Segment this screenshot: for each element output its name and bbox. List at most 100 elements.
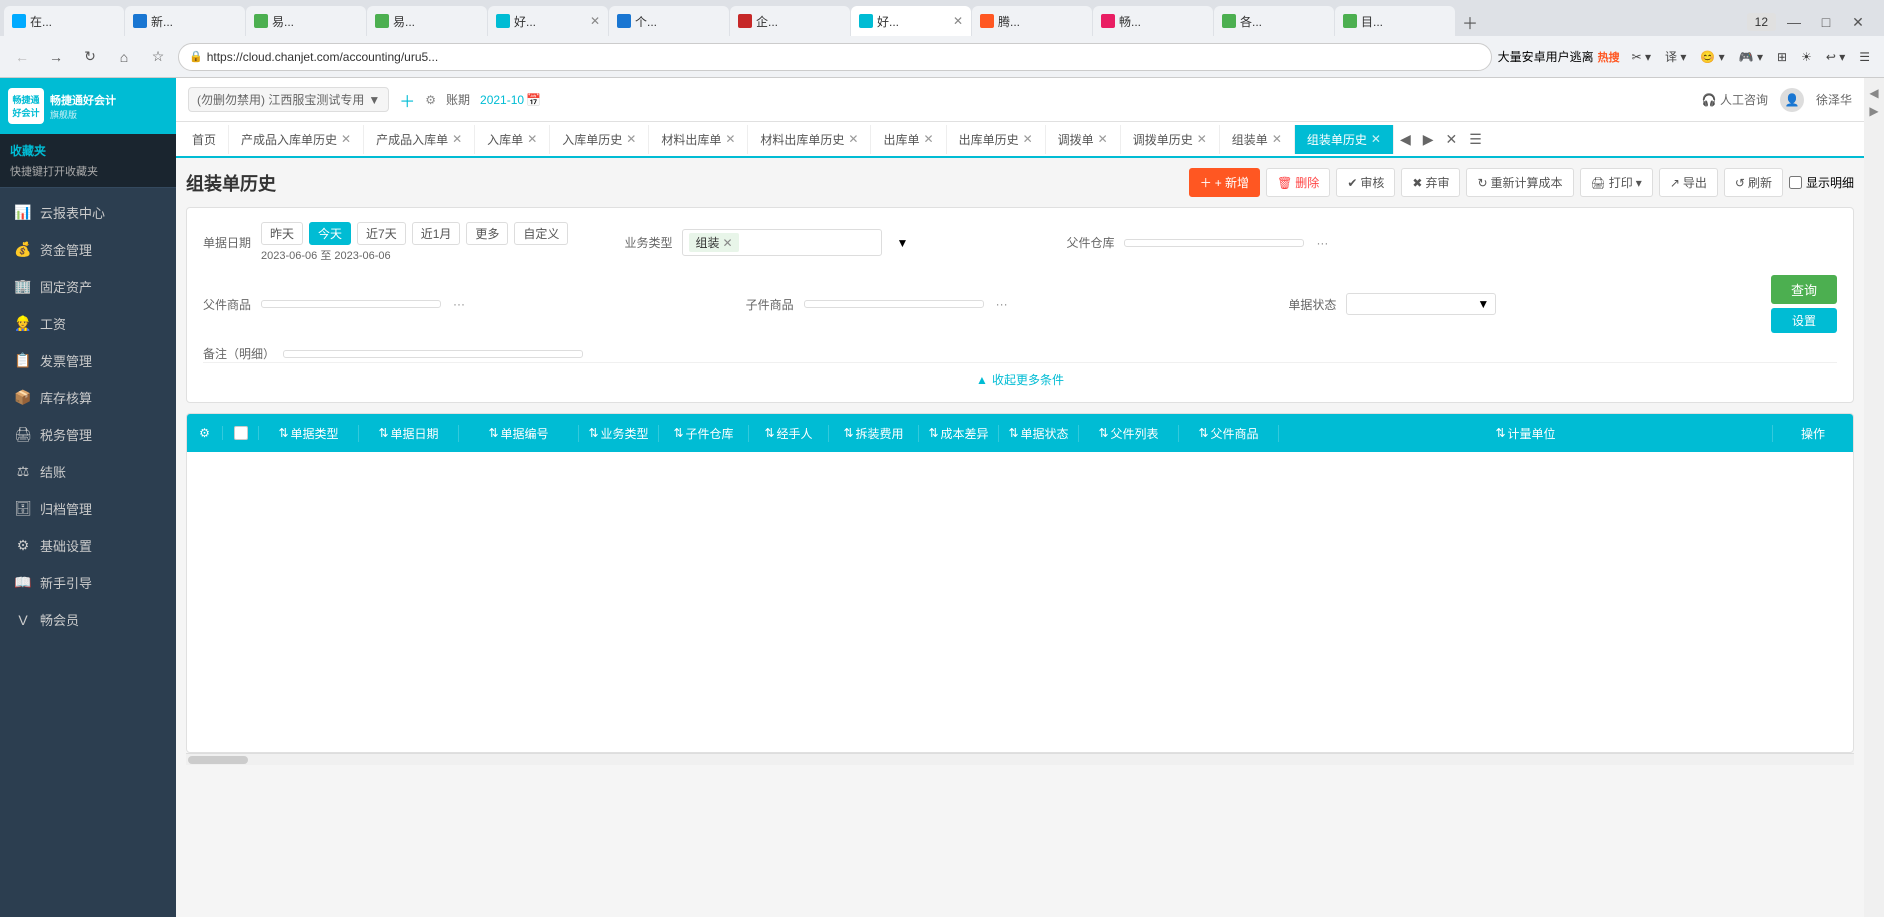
th-bill-status[interactable]: ⇅ 单据状态 <box>999 425 1079 442</box>
page-tab-11[interactable]: 组装单 ✕ <box>1220 125 1295 154</box>
child-goods-more[interactable]: ··· <box>996 297 1008 311</box>
tab-nav-next[interactable]: ▶ <box>1417 127 1440 152</box>
page-tab-active[interactable]: 组装单历史 ✕ <box>1295 125 1394 154</box>
header-checkbox[interactable] <box>234 426 248 440</box>
page-tab-8-close[interactable]: ✕ <box>1023 132 1033 146</box>
grid-icon-btn[interactable]: ⊞ <box>1771 46 1793 68</box>
parent-goods-input[interactable] <box>261 300 441 308</box>
browser-tab-1[interactable]: 在... <box>4 6 124 36</box>
th-parent-list[interactable]: ⇅ 父件列表 <box>1079 425 1179 442</box>
browser-tab-8[interactable]: 腾... <box>972 6 1092 36</box>
audit-button[interactable]: ✔ 审核 <box>1336 168 1395 197</box>
sun-icon-btn[interactable]: ☀ <box>1795 46 1818 68</box>
bill-status-select[interactable]: ▼ <box>1346 293 1496 315</box>
page-tab-10[interactable]: 调拨单历史 ✕ <box>1121 125 1220 154</box>
sidebar-item-tax[interactable]: 🖨 税务管理 <box>0 416 176 453</box>
sidebar-item-settlement[interactable]: ⚖ 结账 <box>0 453 176 490</box>
page-tab-6[interactable]: 材料出库单历史 ✕ <box>748 125 871 154</box>
window-minimize[interactable]: — <box>1780 8 1808 36</box>
th-checkbox[interactable] <box>223 426 259 440</box>
page-tab-3[interactable]: 入库单 ✕ <box>475 125 550 154</box>
page-tab-11-close[interactable]: ✕ <box>1272 132 1282 146</box>
sidebar-item-reports[interactable]: 📊 云报表中心 <box>0 194 176 231</box>
sidebar-item-assets[interactable]: 🏢 固定资产 <box>0 268 176 305</box>
period-value[interactable]: 2021-10 📅 <box>480 93 541 107</box>
settings-gear-icon[interactable]: ⚙ <box>425 93 436 107</box>
undo-icon-btn[interactable]: ↩ ▾ <box>1820 46 1851 68</box>
page-tab-7[interactable]: 出库单 ✕ <box>871 125 946 154</box>
parent-warehouse-more[interactable]: ··· <box>1316 236 1328 250</box>
th-settings[interactable]: ⚙ <box>187 426 223 440</box>
page-tab-4-close[interactable]: ✕ <box>626 132 636 146</box>
query-button[interactable]: 查询 <box>1771 275 1837 304</box>
back-button[interactable]: ← <box>8 43 36 71</box>
sidebar-item-member[interactable]: V 畅会员 <box>0 601 176 638</box>
parent-goods-more[interactable]: ··· <box>453 297 465 311</box>
th-handler[interactable]: ⇅ 经手人 <box>749 425 829 442</box>
settings-button[interactable]: 设置 <box>1771 308 1837 333</box>
sidebar-item-inventory[interactable]: 📦 库存核算 <box>0 379 176 416</box>
more-date-btn[interactable]: 更多 <box>466 222 508 245</box>
browser-tab-4[interactable]: 易... <box>367 6 487 36</box>
browser-tab-6[interactable]: 个... <box>609 6 729 36</box>
page-tab-2[interactable]: 产成品入库单 ✕ <box>364 125 475 154</box>
th-unit[interactable]: ⇅ 计量单位 <box>1279 425 1773 442</box>
tab-nav-prev[interactable]: ◀ <box>1394 127 1417 152</box>
biz-type-dropdown[interactable]: ▼ <box>890 233 1010 253</box>
menu-icon-btn[interactable]: ☰ <box>1853 46 1876 68</box>
child-goods-input[interactable] <box>804 300 984 308</box>
tab-nav-close-all[interactable]: ✕ <box>1440 127 1464 152</box>
company-selector[interactable]: (勿删勿禁用) 江西服宝测试专用 ▼ <box>188 87 389 112</box>
today-btn[interactable]: 今天 <box>309 222 351 245</box>
page-tab-7-close[interactable]: ✕ <box>924 132 934 146</box>
page-tab-4[interactable]: 入库单历史 ✕ <box>550 125 649 154</box>
month-btn[interactable]: 近1月 <box>412 222 461 245</box>
sidebar-item-payroll[interactable]: 👷 工资 <box>0 305 176 342</box>
th-bill-date[interactable]: ⇅ 单据日期 <box>359 425 459 442</box>
new-button[interactable]: ＋ + 新增 <box>1189 168 1260 197</box>
abandon-button[interactable]: ✖ 弃审 <box>1401 168 1460 197</box>
window-maximize[interactable]: □ <box>1812 8 1840 36</box>
page-tab-9[interactable]: 调拨单 ✕ <box>1046 125 1121 154</box>
window-close[interactable]: ✕ <box>1844 8 1872 36</box>
page-tab-9-close[interactable]: ✕ <box>1098 132 1108 146</box>
page-tab-home[interactable]: 首页 <box>180 125 229 154</box>
new-tab-button[interactable]: ＋ <box>1456 8 1484 36</box>
custom-btn[interactable]: 自定义 <box>514 222 568 245</box>
home-button[interactable]: ⌂ <box>110 43 138 71</box>
panel-expand-btn[interactable]: ▶ <box>1869 104 1878 118</box>
address-bar[interactable]: 🔒 https://cloud.chanjet.com/accounting/u… <box>178 43 1492 71</box>
week-btn[interactable]: 近7天 <box>357 222 406 245</box>
page-tab-5-close[interactable]: ✕ <box>725 132 735 146</box>
remark-input[interactable] <box>283 350 583 358</box>
page-tab-1[interactable]: 产成品入库单历史 ✕ <box>229 125 364 154</box>
game-icon-btn[interactable]: 🎮 ▾ <box>1733 46 1769 68</box>
page-tab-2-close[interactable]: ✕ <box>452 132 462 146</box>
delete-button[interactable]: 🗑 删除 <box>1266 168 1330 197</box>
biz-type-input[interactable]: 组装 ✕ <box>682 229 882 256</box>
sidebar-item-settings[interactable]: ⚙ 基础设置 <box>0 527 176 564</box>
browser-tab-9[interactable]: 畅... <box>1093 6 1213 36</box>
cut-icon-btn[interactable]: ✂ ▾ <box>1626 46 1657 68</box>
tab-close-5[interactable]: ✕ <box>590 14 600 28</box>
th-bill-no[interactable]: ⇅ 单据编号 <box>459 425 579 442</box>
add-company-btn[interactable]: ＋ <box>399 88 415 112</box>
sidebar-item-finance[interactable]: 💰 资金管理 <box>0 231 176 268</box>
page-tab-8[interactable]: 出库单历史 ✕ <box>947 125 1046 154</box>
tab-nav-more[interactable]: ☰ <box>1463 127 1488 152</box>
emoji-icon-btn[interactable]: 😊 ▾ <box>1694 46 1730 68</box>
refresh-button[interactable]: ↺ 刷新 <box>1724 168 1783 197</box>
browser-tab-11[interactable]: 目... <box>1335 6 1455 36</box>
page-tab-3-close[interactable]: ✕ <box>527 132 537 146</box>
sidebar-item-archive[interactable]: 🗄 归档管理 <box>0 490 176 527</box>
page-tab-6-close[interactable]: ✕ <box>848 132 858 146</box>
translate-icon-btn[interactable]: 译 ▾ <box>1659 44 1692 69</box>
show-detail-checkbox[interactable] <box>1789 176 1802 189</box>
scrollbar-thumb[interactable] <box>188 756 248 764</box>
page-tab-1-close[interactable]: ✕ <box>341 132 351 146</box>
reload-button[interactable]: ↻ <box>76 43 104 71</box>
browser-tab-active[interactable]: 好... ✕ <box>851 6 971 36</box>
biz-type-tag-close[interactable]: ✕ <box>722 236 732 250</box>
bookmark-button[interactable]: ☆ <box>144 43 172 71</box>
parent-warehouse-input[interactable] <box>1124 239 1304 247</box>
